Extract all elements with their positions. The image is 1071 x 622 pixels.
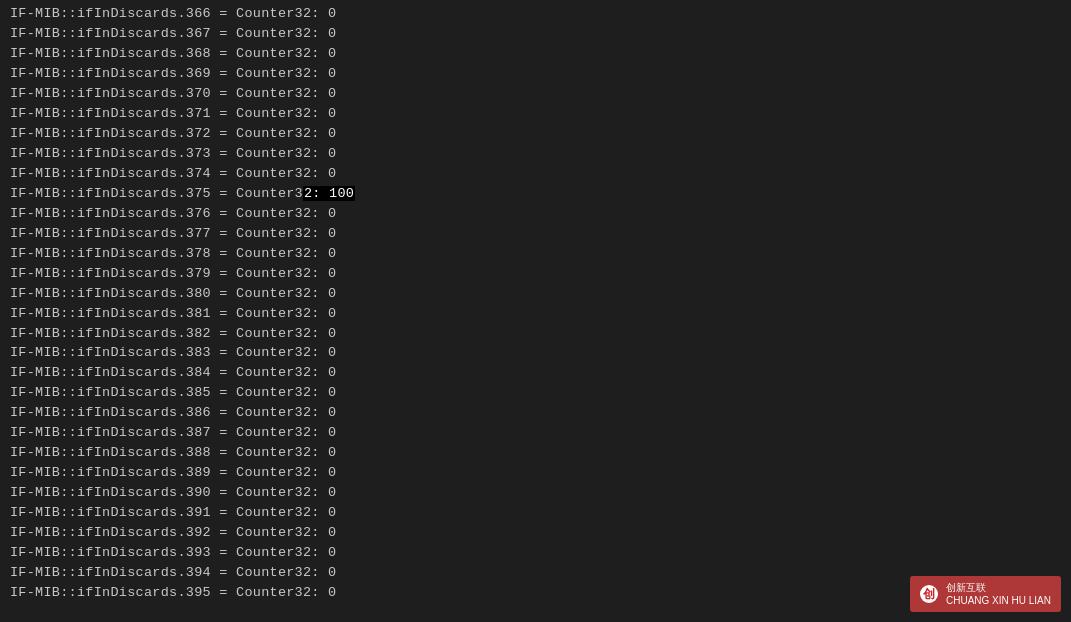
terminal-line: IF-MIB::ifInDiscards.393 = Counter32: 0 [10, 543, 1061, 563]
watermark-line1: 创新互联 [946, 581, 1051, 594]
terminal-line: IF-MIB::ifInDiscards.389 = Counter32: 0 [10, 463, 1061, 483]
watermark-text: 创新互联 CHUANG XIN HU LIAN [946, 581, 1051, 607]
terminal-line: IF-MIB::ifInDiscards.376 = Counter32: 0 [10, 204, 1061, 224]
terminal-line: IF-MIB::ifInDiscards.368 = Counter32: 0 [10, 44, 1061, 64]
terminal-line: IF-MIB::ifInDiscards.367 = Counter32: 0 [10, 24, 1061, 44]
line-text: IF-MIB::ifInDiscards.370 = Counter32: 0 [10, 86, 336, 101]
terminal-line: IF-MIB::ifInDiscards.370 = Counter32: 0 [10, 84, 1061, 104]
line-text: IF-MIB::ifInDiscards.389 = Counter32: 0 [10, 465, 336, 480]
line-text: IF-MIB::ifInDiscards.372 = Counter32: 0 [10, 126, 336, 141]
terminal-line: IF-MIB::ifInDiscards.386 = Counter32: 0 [10, 403, 1061, 423]
line-text: IF-MIB::ifInDiscards.393 = Counter32: 0 [10, 545, 336, 560]
line-text: IF-MIB::ifInDiscards.388 = Counter32: 0 [10, 445, 336, 460]
terminal-line: IF-MIB::ifInDiscards.391 = Counter32: 0 [10, 503, 1061, 523]
watermark-icon: 创 [920, 585, 938, 603]
terminal-line: IF-MIB::ifInDiscards.381 = Counter32: 0 [10, 304, 1061, 324]
line-text: IF-MIB::ifInDiscards.375 = Counter3 [10, 186, 303, 201]
line-text: IF-MIB::ifInDiscards.376 = Counter32: 0 [10, 206, 336, 221]
terminal-line: IF-MIB::ifInDiscards.392 = Counter32: 0 [10, 523, 1061, 543]
terminal-line: IF-MIB::ifInDiscards.390 = Counter32: 0 [10, 483, 1061, 503]
watermark-line2: CHUANG XIN HU LIAN [946, 594, 1051, 607]
terminal-line: IF-MIB::ifInDiscards.383 = Counter32: 0 [10, 343, 1061, 363]
line-text: IF-MIB::ifInDiscards.381 = Counter32: 0 [10, 306, 336, 321]
line-text: IF-MIB::ifInDiscards.380 = Counter32: 0 [10, 286, 336, 301]
terminal-line: IF-MIB::ifInDiscards.385 = Counter32: 0 [10, 383, 1061, 403]
line-text: IF-MIB::ifInDiscards.378 = Counter32: 0 [10, 246, 336, 261]
terminal-window: IF-MIB::ifInDiscards.366 = Counter32: 0I… [0, 0, 1071, 622]
line-text: IF-MIB::ifInDiscards.367 = Counter32: 0 [10, 26, 336, 41]
terminal-line: IF-MIB::ifInDiscards.387 = Counter32: 0 [10, 423, 1061, 443]
terminal-line: IF-MIB::ifInDiscards.378 = Counter32: 0 [10, 244, 1061, 264]
line-text: IF-MIB::ifInDiscards.392 = Counter32: 0 [10, 525, 336, 540]
terminal-line: IF-MIB::ifInDiscards.394 = Counter32: 0 [10, 563, 1061, 583]
line-text: IF-MIB::ifInDiscards.377 = Counter32: 0 [10, 226, 336, 241]
line-text: IF-MIB::ifInDiscards.368 = Counter32: 0 [10, 46, 336, 61]
line-text: IF-MIB::ifInDiscards.383 = Counter32: 0 [10, 345, 336, 360]
watermark-badge: 创 创新互联 CHUANG XIN HU LIAN [910, 576, 1061, 612]
line-text: IF-MIB::ifInDiscards.369 = Counter32: 0 [10, 66, 336, 81]
line-text: IF-MIB::ifInDiscards.394 = Counter32: 0 [10, 565, 336, 580]
terminal-output: IF-MIB::ifInDiscards.366 = Counter32: 0I… [10, 4, 1061, 603]
terminal-line: IF-MIB::ifInDiscards.372 = Counter32: 0 [10, 124, 1061, 144]
terminal-line: IF-MIB::ifInDiscards.371 = Counter32: 0 [10, 104, 1061, 124]
line-text: IF-MIB::ifInDiscards.391 = Counter32: 0 [10, 505, 336, 520]
terminal-line: IF-MIB::ifInDiscards.374 = Counter32: 0 [10, 164, 1061, 184]
line-text: IF-MIB::ifInDiscards.366 = Counter32: 0 [10, 6, 336, 21]
line-text: IF-MIB::ifInDiscards.395 = Counter32: 0 [10, 585, 336, 600]
terminal-line: IF-MIB::ifInDiscards.377 = Counter32: 0 [10, 224, 1061, 244]
terminal-line: IF-MIB::ifInDiscards.380 = Counter32: 0 [10, 284, 1061, 304]
line-text: IF-MIB::ifInDiscards.382 = Counter32: 0 [10, 326, 336, 341]
line-text: IF-MIB::ifInDiscards.384 = Counter32: 0 [10, 365, 336, 380]
terminal-line: IF-MIB::ifInDiscards.395 = Counter32: 0 [10, 583, 1061, 603]
line-text: IF-MIB::ifInDiscards.390 = Counter32: 0 [10, 485, 336, 500]
line-text: IF-MIB::ifInDiscards.374 = Counter32: 0 [10, 166, 336, 181]
line-text: IF-MIB::ifInDiscards.371 = Counter32: 0 [10, 106, 336, 121]
terminal-line: IF-MIB::ifInDiscards.369 = Counter32: 0 [10, 64, 1061, 84]
line-text: IF-MIB::ifInDiscards.386 = Counter32: 0 [10, 405, 336, 420]
highlighted-value: 2: 100 [303, 186, 355, 201]
terminal-line: IF-MIB::ifInDiscards.373 = Counter32: 0 [10, 144, 1061, 164]
line-text: IF-MIB::ifInDiscards.385 = Counter32: 0 [10, 385, 336, 400]
terminal-line: IF-MIB::ifInDiscards.366 = Counter32: 0 [10, 4, 1061, 24]
terminal-line: IF-MIB::ifInDiscards.379 = Counter32: 0 [10, 264, 1061, 284]
line-text: IF-MIB::ifInDiscards.379 = Counter32: 0 [10, 266, 336, 281]
terminal-line: IF-MIB::ifInDiscards.382 = Counter32: 0 [10, 324, 1061, 344]
terminal-line: IF-MIB::ifInDiscards.384 = Counter32: 0 [10, 363, 1061, 383]
terminal-line: IF-MIB::ifInDiscards.375 = Counter32: 10… [10, 184, 1061, 204]
line-text: IF-MIB::ifInDiscards.373 = Counter32: 0 [10, 146, 336, 161]
line-text: IF-MIB::ifInDiscards.387 = Counter32: 0 [10, 425, 336, 440]
terminal-line: IF-MIB::ifInDiscards.388 = Counter32: 0 [10, 443, 1061, 463]
